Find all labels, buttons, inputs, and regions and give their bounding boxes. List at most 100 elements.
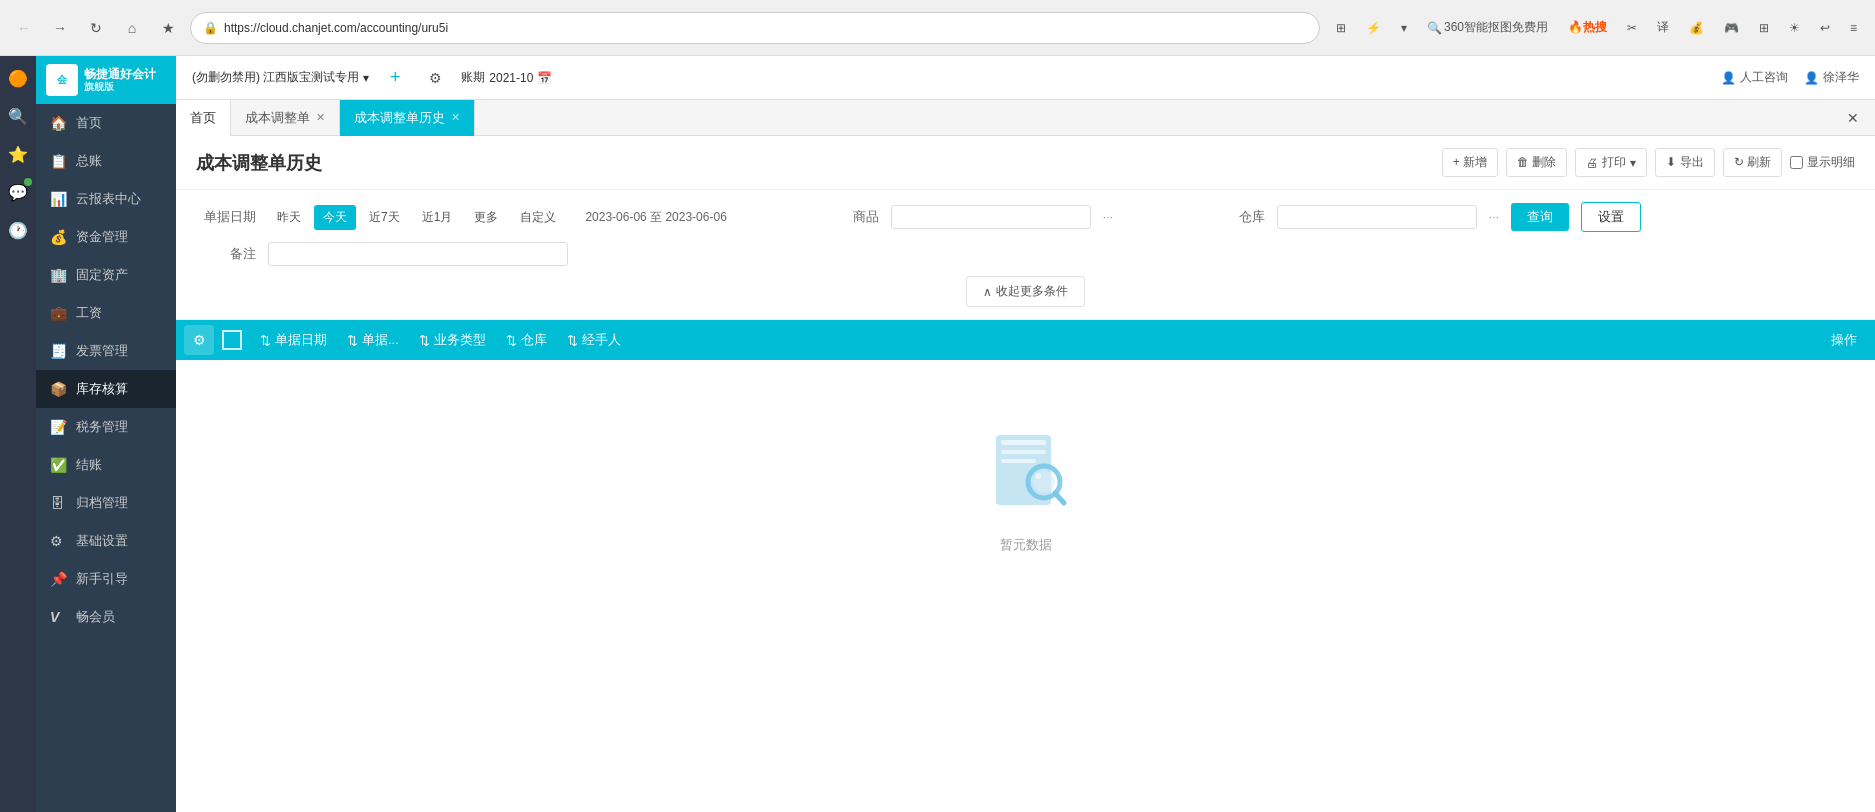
- date-tab-7days[interactable]: 近7天: [360, 205, 409, 230]
- url-text: https://cloud.chanjet.com/accounting/uru…: [224, 21, 448, 35]
- address-bar[interactable]: 🔒 https://cloud.chanjet.com/accounting/u…: [190, 12, 1320, 44]
- sidebar-logo: 会 畅捷通好会计 旗舰版: [36, 56, 176, 104]
- col-warehouse[interactable]: ⇅ 仓库: [496, 331, 557, 349]
- col-operator[interactable]: ⇅ 经手人: [557, 331, 631, 349]
- tab-cost-adjustment-history-label: 成本调整单历史: [354, 109, 445, 127]
- sidebar-item-closing[interactable]: ✅ 结账: [36, 446, 176, 484]
- warehouse-input[interactable]: [1277, 205, 1477, 229]
- icon-sidebar-search[interactable]: 🔍: [0, 98, 36, 134]
- company-name: (勿删勿禁用) 江西版宝测试专用: [192, 69, 359, 86]
- tab-home[interactable]: 首页: [176, 100, 231, 136]
- translate-btn[interactable]: 译: [1649, 15, 1677, 40]
- sidebar-label-archive: 归档管理: [76, 494, 128, 512]
- refresh-action-btn[interactable]: ↻ 刷新: [1723, 148, 1782, 177]
- sidebar-label-ledger: 总账: [76, 152, 102, 170]
- hot-search-btn[interactable]: 🔥热搜: [1560, 15, 1615, 40]
- icon-sidebar-message[interactable]: 💬: [0, 174, 36, 210]
- sidebar-item-settings[interactable]: ⚙ 基础设置: [36, 522, 176, 560]
- person-icon: 👤: [1721, 71, 1736, 85]
- col-biz-type-label: 业务类型: [434, 331, 486, 349]
- setting-btn[interactable]: 设置: [1581, 202, 1641, 232]
- goods-more[interactable]: ···: [1103, 210, 1113, 224]
- refresh-button[interactable]: ↻: [82, 14, 110, 42]
- sidebar-item-member[interactable]: V 畅会员: [36, 598, 176, 636]
- bookmark-button[interactable]: ★: [154, 14, 182, 42]
- company-selector[interactable]: (勿删勿禁用) 江西版宝测试专用 ▾: [192, 69, 369, 86]
- show-detail-label: 显示明细: [1807, 154, 1855, 171]
- export-btn[interactable]: ⬇ 导出: [1655, 148, 1714, 177]
- print-btn[interactable]: 🖨 打印 ▾: [1575, 148, 1647, 177]
- delete-btn[interactable]: 🗑 删除: [1506, 148, 1567, 177]
- logo-subtitle: 旗舰版: [84, 81, 156, 93]
- sidebar-item-reports[interactable]: 📊 云报表中心: [36, 180, 176, 218]
- scissors-btn[interactable]: ✂: [1619, 15, 1645, 40]
- col-date[interactable]: ⇅ 单据日期: [250, 331, 337, 349]
- date-tab-more[interactable]: 更多: [465, 205, 507, 230]
- sidebar-item-assets[interactable]: 🏢 固定资产: [36, 256, 176, 294]
- sidebar-item-payroll[interactable]: 💼 工资: [36, 294, 176, 332]
- sidebar-item-inventory[interactable]: 📦 库存核算: [36, 370, 176, 408]
- sidebar-item-archive[interactable]: 🗄 归档管理: [36, 484, 176, 522]
- sidebar-item-home[interactable]: 🏠 首页: [36, 104, 176, 142]
- query-btn[interactable]: 查询: [1511, 203, 1569, 231]
- icon-sidebar-history[interactable]: 🕐: [0, 212, 36, 248]
- empty-state: 暂元数据: [176, 360, 1875, 614]
- date-tab-custom[interactable]: 自定义: [511, 205, 565, 230]
- select-all-checkbox[interactable]: [222, 330, 242, 350]
- col-biz-type[interactable]: ⇅ 业务类型: [409, 331, 496, 349]
- date-filter-label: 单据日期: [196, 208, 256, 226]
- icon-sidebar-logo: 🟠: [0, 60, 36, 96]
- period-selector[interactable]: 账期 2021-10 📅: [461, 69, 552, 86]
- home-button[interactable]: ⌂: [118, 14, 146, 42]
- date-tab-1month[interactable]: 近1月: [413, 205, 462, 230]
- sidebar-label-funds: 资金管理: [76, 228, 128, 246]
- new-btn[interactable]: + 新增: [1442, 148, 1498, 177]
- username: 徐泽华: [1823, 69, 1859, 86]
- consultant-btn[interactable]: 👤 人工咨询: [1721, 69, 1788, 86]
- empty-icon: [976, 420, 1076, 520]
- show-detail-toggle[interactable]: 显示明细: [1790, 154, 1855, 171]
- search-ai-btn[interactable]: 🔍 360智能抠图免费用: [1419, 15, 1556, 40]
- game-btn[interactable]: 🎮: [1716, 15, 1747, 40]
- date-tab-yesterday[interactable]: 昨天: [268, 205, 310, 230]
- tab-cost-adjustment-history-close[interactable]: ✕: [451, 111, 460, 124]
- warehouse-more[interactable]: ···: [1489, 210, 1499, 224]
- svg-line-6: [1055, 493, 1064, 503]
- goods-input[interactable]: [891, 205, 1091, 229]
- date-tab-today[interactable]: 今天: [314, 205, 356, 230]
- flash-button[interactable]: ⚡: [1358, 15, 1389, 40]
- close-all-tabs[interactable]: ✕: [1839, 104, 1867, 132]
- sidebar-item-invoice[interactable]: 🧾 发票管理: [36, 332, 176, 370]
- sidebar-label-reports: 云报表中心: [76, 190, 141, 208]
- sidebar-item-tax[interactable]: 📝 税务管理: [36, 408, 176, 446]
- collapse-btn[interactable]: ∧ 收起更多条件: [966, 276, 1085, 307]
- settings-icon-btn[interactable]: ⚙: [421, 64, 449, 92]
- apps-btn[interactable]: ⊞: [1751, 15, 1777, 40]
- table-gear-btn[interactable]: ⚙: [184, 325, 214, 355]
- sidebar-label-inventory: 库存核算: [76, 380, 128, 398]
- sidebar-item-ledger[interactable]: 📋 总账: [36, 142, 176, 180]
- sun-btn[interactable]: ☀: [1781, 15, 1808, 40]
- expand-button[interactable]: ▾: [1393, 15, 1415, 40]
- forward-button[interactable]: →: [46, 14, 74, 42]
- sidebar-item-guide[interactable]: 📌 新手引导: [36, 560, 176, 598]
- print-dropdown-icon: ▾: [1630, 156, 1636, 170]
- tab-cost-adjustment-history[interactable]: 成本调整单历史 ✕: [340, 100, 475, 136]
- undo-btn[interactable]: ↩: [1812, 15, 1838, 40]
- back-button[interactable]: ←: [10, 14, 38, 42]
- user-menu[interactable]: 👤 徐泽华: [1804, 69, 1859, 86]
- remark-input[interactable]: [268, 242, 568, 266]
- sidebar-item-funds[interactable]: 💰 资金管理: [36, 218, 176, 256]
- sidebar-label-home: 首页: [76, 114, 102, 132]
- menu-btn[interactable]: ≡: [1842, 15, 1865, 40]
- icon-sidebar-star[interactable]: ⭐: [0, 136, 36, 172]
- show-detail-checkbox[interactable]: [1790, 156, 1803, 169]
- tab-cost-adjustment[interactable]: 成本调整单 ✕: [231, 100, 340, 136]
- table-toolbar: ⚙ ⇅ 单据日期 ⇅ 单据... ⇅ 业务类型 ⇅: [176, 320, 1875, 360]
- wallet-btn[interactable]: 💰: [1681, 15, 1712, 40]
- col-number[interactable]: ⇅ 单据...: [337, 331, 409, 349]
- tab-cost-adjustment-close[interactable]: ✕: [316, 111, 325, 124]
- add-company-btn[interactable]: +: [381, 64, 409, 92]
- logo-name: 畅捷通好会计: [84, 67, 156, 81]
- grid-button[interactable]: ⊞: [1328, 15, 1354, 40]
